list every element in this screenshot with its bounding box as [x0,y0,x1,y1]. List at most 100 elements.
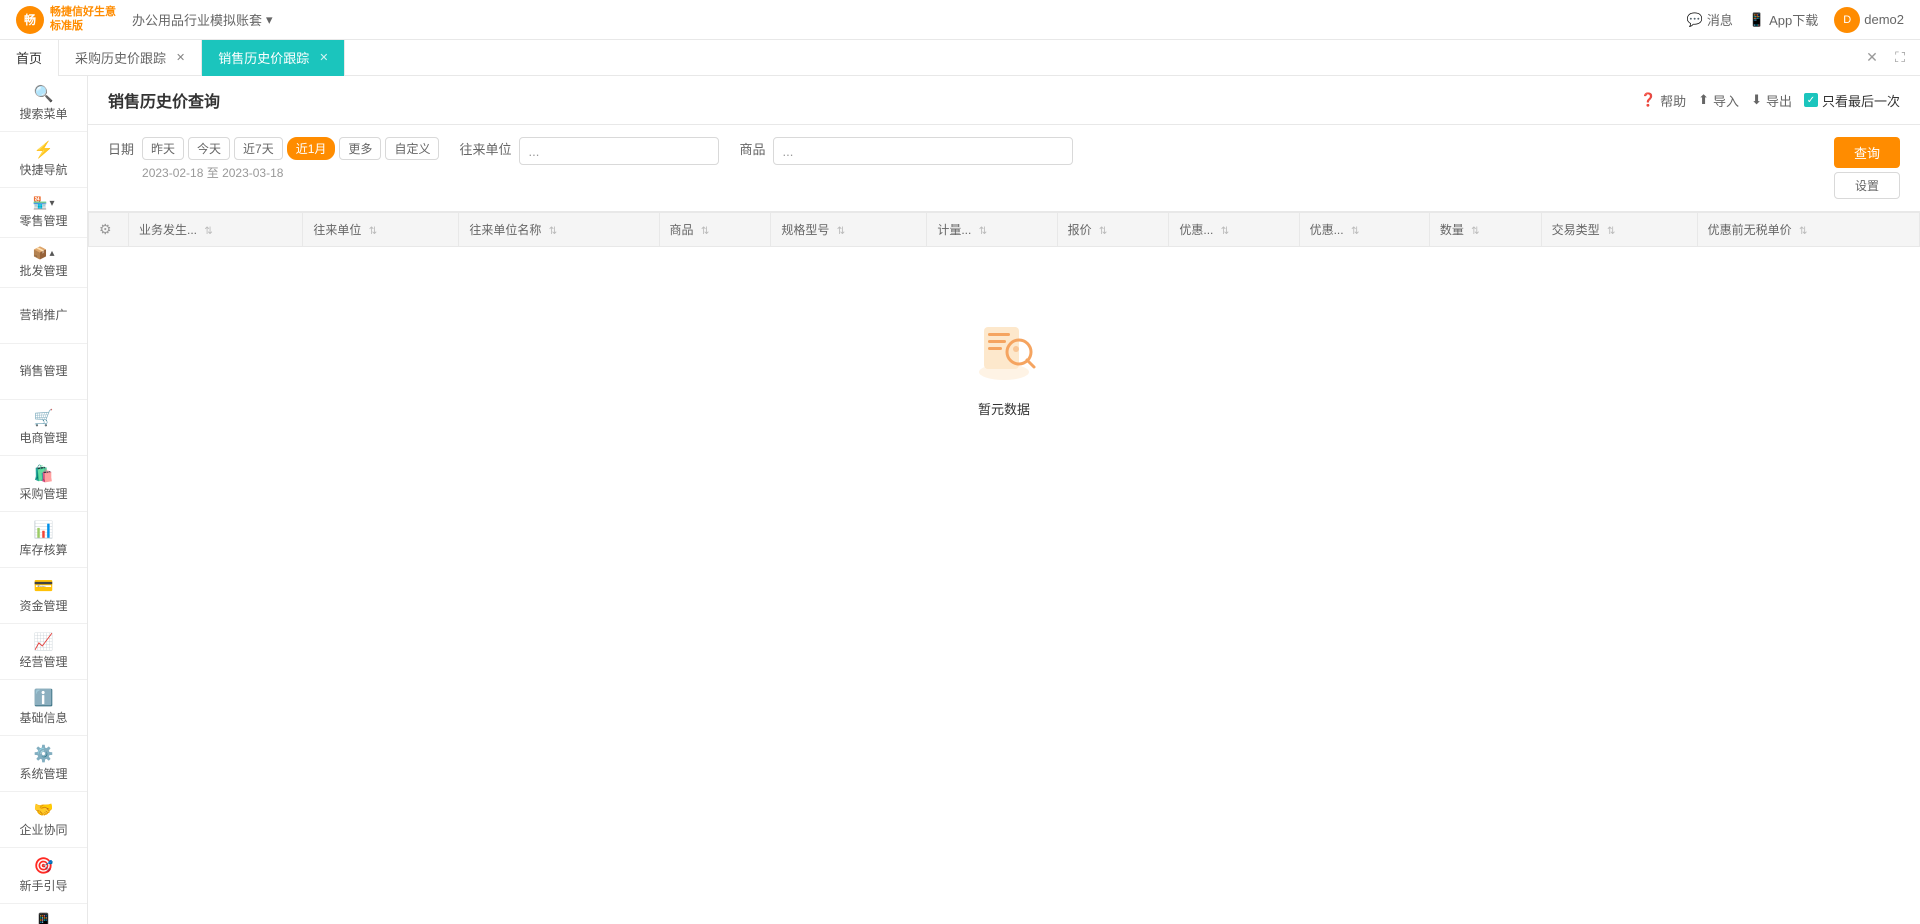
col-biz-date-label: 业务发生... [139,223,197,237]
content-area: 销售历史价查询 ❓ 帮助 ⬆ 导入 ⬇ 导出 ✓ 只 [88,76,1920,924]
tab-sales-history[interactable]: 销售历史价跟踪 ✕ [202,40,345,76]
col-pretax-price-sort: ⇅ [1799,226,1807,237]
col-spec[interactable]: 规格型号 ⇅ [771,213,927,247]
empty-state: 暂元数据 [88,247,1920,478]
tab-bar: 首页 采购历史价跟踪 ✕ 销售历史价跟踪 ✕ ✕ ⛶ [0,40,1920,76]
col-unit[interactable]: 计量... ⇅ [927,213,1057,247]
col-settings: ⚙ [89,213,129,247]
col-discount2-label: 优惠... [1310,223,1344,237]
date-btn-custom[interactable]: 自定义 [385,137,439,160]
col-spec-sort: ⇅ [837,226,845,237]
col-partner-code[interactable]: 往来单位 ⇅ [303,213,459,247]
tab-maximize-btn[interactable]: ⛶ [1888,46,1912,70]
date-btn-7days[interactable]: 近7天 [234,137,283,160]
sidebar-item-inventory[interactable]: 📊 库存核算 [0,512,87,568]
sidebar-item-enterprise[interactable]: 🤝 企业协同 [0,792,87,848]
export-icon: ⬇ [1751,92,1762,108]
main-layout: 🔍 搜索菜单 ⚡ 快捷导航 🏪 ▾ 零售管理 📦 ▴ 批发管理 营销推广 销售管… [0,76,1920,924]
col-quantity-label: 数量 [1440,223,1464,237]
table-area: ⚙ 业务发生... ⇅ 往来单位 ⇅ 往来单位名称 ⇅ [88,212,1920,924]
tab-purchase-close[interactable]: ✕ [176,51,185,64]
col-trade-type-label: 交易类型 [1552,223,1600,237]
tab-home[interactable]: 首页 [0,40,59,76]
top-bar-right: 💬 消息 📱 App下载 D demo2 [1687,7,1904,33]
chevron-down-icon: ▾ [266,12,273,28]
col-discount1-sort: ⇅ [1221,226,1229,237]
col-pretax-price[interactable]: 优惠前无税单价 ⇅ [1697,213,1919,247]
filter-row: 日期 昨天 今天 近7天 近1月 更多 自定义 2023-02-18 至 202… [108,137,1900,199]
setting-button[interactable]: 设置 [1834,172,1900,199]
tab-purchase-history[interactable]: 采购历史价跟踪 ✕ [59,40,202,76]
col-price-label: 报价 [1068,223,1092,237]
operations-icon: 📈 [34,632,54,652]
date-btn-1month[interactable]: 近1月 [287,137,336,160]
sidebar-item-sales-mgmt[interactable]: 销售管理 [0,344,87,400]
col-discount1[interactable]: 优惠... ⇅ [1169,213,1299,247]
message-btn[interactable]: 💬 消息 [1687,10,1733,29]
sidebar-inventory-label: 库存核算 [19,543,67,559]
download-btn[interactable]: 📱 App下载 [1749,10,1818,29]
tab-actions: ✕ ⛶ [1860,46,1920,70]
date-btn-more[interactable]: 更多 [339,137,381,160]
col-pretax-price-label: 优惠前无税单价 [1708,223,1792,237]
logo-icon: 畅 [16,6,44,34]
tab-sales-close[interactable]: ✕ [319,51,328,64]
tab-sales-label: 销售历史价跟踪 [218,48,309,67]
partner-input[interactable]: ... [519,137,719,165]
sidebar-item-guide[interactable]: 🎯 新手引导 [0,848,87,904]
download-icon: 📱 [1749,12,1765,28]
sidebar-item-operations[interactable]: 📈 经营管理 [0,624,87,680]
col-discount1-label: 优惠... [1179,223,1213,237]
import-icon: ⬆ [1698,92,1709,108]
quick-nav-icon: ⚡ [34,140,54,160]
date-btns: 昨天 今天 近7天 近1月 更多 自定义 [142,137,439,160]
col-product[interactable]: 商品 ⇅ [659,213,771,247]
sidebar-item-finance[interactable]: 💳 资金管理 [0,568,87,624]
app-selector[interactable]: 办公用品行业模拟账套 ▾ [124,6,281,33]
col-discount2-sort: ⇅ [1351,226,1359,237]
basic-info-icon: ℹ️ [34,688,54,708]
sidebar-sales-mgmt-label: 销售管理 [19,364,67,380]
date-btn-today[interactable]: 今天 [188,137,230,160]
tab-close-btn[interactable]: ✕ [1860,46,1884,70]
sidebar-item-retail-mgmt[interactable]: 🏪 ▾ 零售管理 [0,188,87,238]
col-price[interactable]: 报价 ⇅ [1057,213,1169,247]
sidebar-item-quick-nav[interactable]: ⚡ 快捷导航 [0,132,87,188]
help-label: 帮助 [1660,91,1686,110]
product-filter-label: 商品 [739,137,765,158]
sidebar-item-purchase[interactable]: 🛍️ 采购管理 [0,456,87,512]
col-quantity[interactable]: 数量 ⇅ [1429,213,1541,247]
empty-text: 暂元数据 [978,399,1030,418]
guide-icon: 🎯 [34,856,54,876]
sidebar-retail-mgmt-label: 零售管理 [19,212,67,229]
col-trade-type[interactable]: 交易类型 ⇅ [1541,213,1697,247]
query-button[interactable]: 查询 [1834,137,1900,168]
partner-filter-label: 往来单位 [459,137,511,158]
product-input[interactable]: ... [773,137,1073,165]
sidebar-item-wholesale-mgmt[interactable]: 📦 ▴ 批发管理 [0,238,87,288]
top-bar: 畅 畅捷信好生意 标准版 办公用品行业模拟账套 ▾ 💬 消息 📱 App下载 D… [0,0,1920,40]
col-quantity-sort: ⇅ [1471,226,1479,237]
help-btn[interactable]: ❓ 帮助 [1640,91,1686,110]
user-area[interactable]: D demo2 [1834,7,1904,33]
sidebar-item-marketing[interactable]: 营销推广 [0,288,87,344]
col-discount2[interactable]: 优惠... ⇅ [1299,213,1429,247]
sidebar-item-app-center[interactable]: 📱 应用中心 [0,904,87,924]
only-last-checkbox[interactable]: ✓ [1804,93,1818,107]
date-btn-yesterday[interactable]: 昨天 [142,137,184,160]
sidebar-enterprise-label: 企业协同 [19,823,67,839]
settings-icon[interactable]: ⚙ [99,221,112,237]
sidebar-operations-label: 经营管理 [19,655,67,671]
export-btn[interactable]: ⬇ 导出 [1751,91,1792,110]
sidebar-item-ecommerce[interactable]: 🛒 电商管理 [0,400,87,456]
sidebar-ecommerce-label: 电商管理 [19,431,67,447]
import-btn[interactable]: ⬆ 导入 [1698,91,1739,110]
sidebar-item-basic-info[interactable]: ℹ️ 基础信息 [0,680,87,736]
sidebar-basic-info-label: 基础信息 [19,711,67,727]
user-name: demo2 [1864,12,1904,27]
sidebar-item-system[interactable]: ⚙️ 系统管理 [0,736,87,792]
col-partner-name[interactable]: 往来单位名称 ⇅ [459,213,659,247]
only-last-checkbox-area[interactable]: ✓ 只看最后一次 [1804,91,1900,110]
sidebar-item-search-menu[interactable]: 🔍 搜索菜单 [0,76,87,132]
col-biz-date[interactable]: 业务发生... ⇅ [129,213,303,247]
